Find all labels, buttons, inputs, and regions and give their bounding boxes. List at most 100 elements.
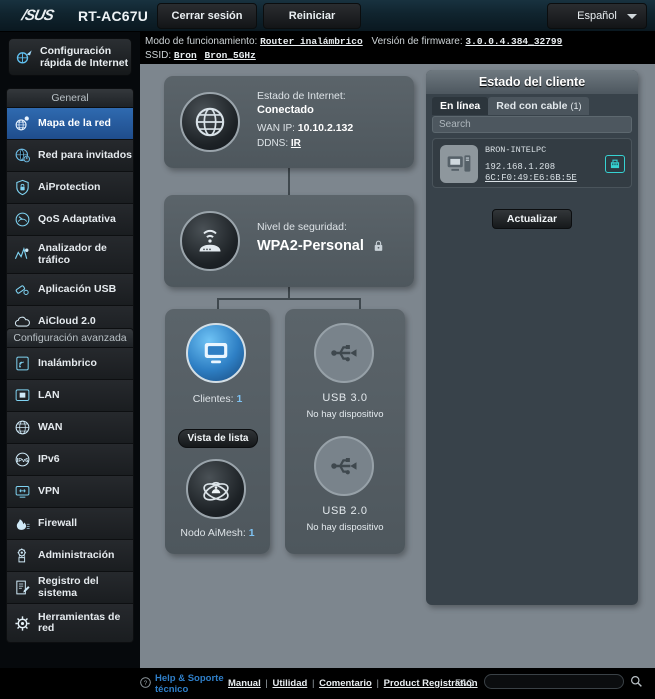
sidebar-item-administration[interactable]: Administración: [7, 540, 133, 572]
sidebar-item-vpn[interactable]: VPN: [7, 476, 133, 508]
internet-status-card[interactable]: Estado de Internet: Conectado WAN IP: 10…: [164, 76, 414, 168]
ddns-label: DDNS:: [257, 138, 289, 149]
sidebar-item-label: Administración: [38, 548, 115, 561]
sidebar-item-label: LAN: [38, 388, 60, 401]
security-level-value: WPA2-Personal: [257, 238, 364, 254]
footer-link-utility[interactable]: Utilidad: [272, 678, 307, 689]
refresh-button[interactable]: Actualizar: [492, 209, 572, 229]
sidebar-item-wireless[interactable]: Inalámbrico: [7, 348, 133, 380]
quick-internet-setup-button[interactable]: Configuración rápida de Internet: [8, 38, 132, 76]
network-tools-icon: [15, 615, 30, 631]
sidebar-item-label: Inalámbrico: [38, 356, 97, 369]
sidebar-item-firewall[interactable]: Firewall: [7, 508, 133, 540]
aimesh-count-row: Nodo AiMesh: 1: [165, 527, 270, 539]
wan-ip-label: WAN IP:: [257, 123, 295, 134]
gauge-icon: [15, 212, 30, 227]
sidebar-item-usb-application[interactable]: Aplicación USB: [7, 274, 133, 306]
clients-card[interactable]: Clientes: 1 Vista de lista Nodo AiMesh:: [165, 309, 270, 554]
client-search-input[interactable]: Search: [432, 116, 632, 133]
sidebar-item-network-tools[interactable]: Herramientas de red: [7, 604, 133, 642]
usb-card[interactable]: USB 3.0 No hay dispositivo USB 2.0 No ha…: [285, 309, 405, 554]
usb3-label: USB 3.0: [322, 392, 368, 404]
tab-wired[interactable]: Red con cable (1): [488, 97, 590, 115]
tab-wired-label: Red con cable: [496, 100, 568, 112]
ssid-5ghz-value[interactable]: Bron_5GHz: [205, 50, 256, 61]
sidebar-item-label: Analizador de tráfico: [38, 242, 107, 266]
client-mac-address[interactable]: 6C:F0:49:E6:6B:5E: [485, 173, 577, 183]
tab-online[interactable]: En línea: [432, 97, 489, 115]
usb-icon: [314, 323, 374, 383]
sidebar-item-network-map[interactable]: Mapa de la red: [7, 108, 133, 140]
sidebar: Configuración rápida de Internet General…: [0, 32, 140, 699]
wan-ip-row: WAN IP: 10.10.2.132: [257, 122, 353, 134]
router-icon: [180, 211, 240, 271]
firmware-value[interactable]: 3.0.0.4.384_32799: [465, 36, 562, 47]
help-support-line1: Help & Soporte: [155, 673, 224, 684]
sidebar-item-label: Registro del sistema: [38, 575, 99, 599]
operation-mode-line: Modo de funcionamiento: Router inalámbri…: [145, 36, 562, 47]
aimesh-icon: [186, 459, 246, 519]
operation-mode-label: Modo de funcionamiento:: [145, 36, 258, 47]
sidebar-item-label: WAN: [38, 420, 63, 433]
sidebar-item-label: AiCloud 2.0: [38, 315, 96, 328]
sidebar-item-wan[interactable]: WAN: [7, 412, 133, 444]
sidebar-item-adaptive-qos[interactable]: QoS Adaptativa: [7, 204, 133, 236]
sidebar-item-ipv6[interactable]: IPv6 IPv6: [7, 444, 133, 476]
top-bar: /SUS RT-AC67U Cerrar sesión Reiniciar Es…: [0, 0, 655, 32]
internet-status-label: Estado de Internet:: [257, 90, 346, 102]
network-map-icon: [15, 116, 29, 131]
ddns-link[interactable]: IR: [291, 138, 301, 149]
client-ip-address: 192.168.1.208: [485, 162, 556, 172]
sidebar-section-advanced: Configuración avanzada: [6, 328, 134, 348]
client-hostname: BRON-INTELPC: [485, 145, 547, 155]
security-level-card[interactable]: Nivel de seguridad: WPA2-Personal: [164, 195, 414, 287]
administration-gear-icon: [17, 548, 27, 563]
footer-link-manual[interactable]: Manual: [228, 678, 261, 689]
footer: ? Help & Soporte técnico Manual | Utilid…: [0, 668, 655, 699]
sidebar-item-label: IPv6: [38, 452, 60, 465]
help-question-icon: ?: [140, 677, 151, 688]
sidebar-item-aiprotection[interactable]: AiProtection: [7, 172, 133, 204]
sidebar-general-group: Mapa de la red Red para invitados AiProt…: [6, 108, 134, 339]
footer-link-feedback[interactable]: Comentario: [319, 678, 372, 689]
sidebar-item-system-log[interactable]: Registro del sistema: [7, 572, 133, 604]
wan-globe-icon: [15, 420, 30, 435]
operation-mode-value[interactable]: Router inalámbrico: [260, 36, 363, 47]
list-view-button[interactable]: Vista de lista: [178, 429, 258, 448]
ipv6-icon: IPv6: [15, 452, 30, 467]
ssid-line: SSID: Bron Bron_5GHz: [145, 50, 256, 61]
faq-label[interactable]: FAQ: [455, 678, 474, 689]
quick-internet-setup-label: Configuración rápida de Internet: [40, 45, 129, 69]
sidebar-item-label: Red para invitados: [38, 148, 132, 161]
wan-ip-value: 10.10.2.132: [297, 122, 354, 134]
shield-icon: [16, 179, 29, 196]
footer-search-input[interactable]: [484, 674, 624, 689]
connector-internet-security: [288, 168, 290, 195]
sidebar-item-label: Mapa de la red: [38, 116, 111, 129]
sidebar-item-label: Herramientas de red: [38, 610, 121, 634]
sidebar-item-label: AiProtection: [38, 180, 101, 193]
firmware-label: Versión de firmware:: [371, 36, 463, 47]
reboot-button[interactable]: Reiniciar: [263, 3, 361, 29]
traffic-analyzer-icon: [14, 246, 29, 259]
language-selector[interactable]: Español: [547, 3, 647, 29]
client-list-item[interactable]: BRON-INTELPC 192.168.1.208 6C:F0:49:E6:6…: [432, 138, 632, 188]
sidebar-section-general: General: [6, 88, 134, 108]
search-icon[interactable]: [630, 675, 643, 688]
client-status-title: Estado del cliente: [426, 70, 638, 94]
footer-links: Manual | Utilidad | Comentario | Product…: [228, 678, 478, 689]
clients-label: Clientes:: [192, 393, 234, 405]
ethernet-icon[interactable]: [605, 155, 625, 173]
logout-button[interactable]: Cerrar sesión: [157, 3, 257, 29]
svg-text:IPv6: IPv6: [17, 458, 29, 464]
sidebar-item-label: VPN: [38, 484, 60, 497]
sidebar-item-guest-network[interactable]: Red para invitados: [7, 140, 133, 172]
ssid-label: SSID:: [145, 50, 172, 61]
footer-separator: |: [311, 678, 315, 689]
sidebar-item-lan[interactable]: LAN: [7, 380, 133, 412]
client-status-panel: Estado del cliente En línea Red con cabl…: [426, 70, 638, 605]
help-support-link[interactable]: Help & Soporte técnico: [155, 673, 224, 695]
firewall-flame-icon: [16, 519, 30, 530]
ssid-2ghz-value[interactable]: Bron: [174, 50, 197, 61]
sidebar-item-traffic-analyzer[interactable]: Analizador de tráfico: [7, 236, 133, 274]
